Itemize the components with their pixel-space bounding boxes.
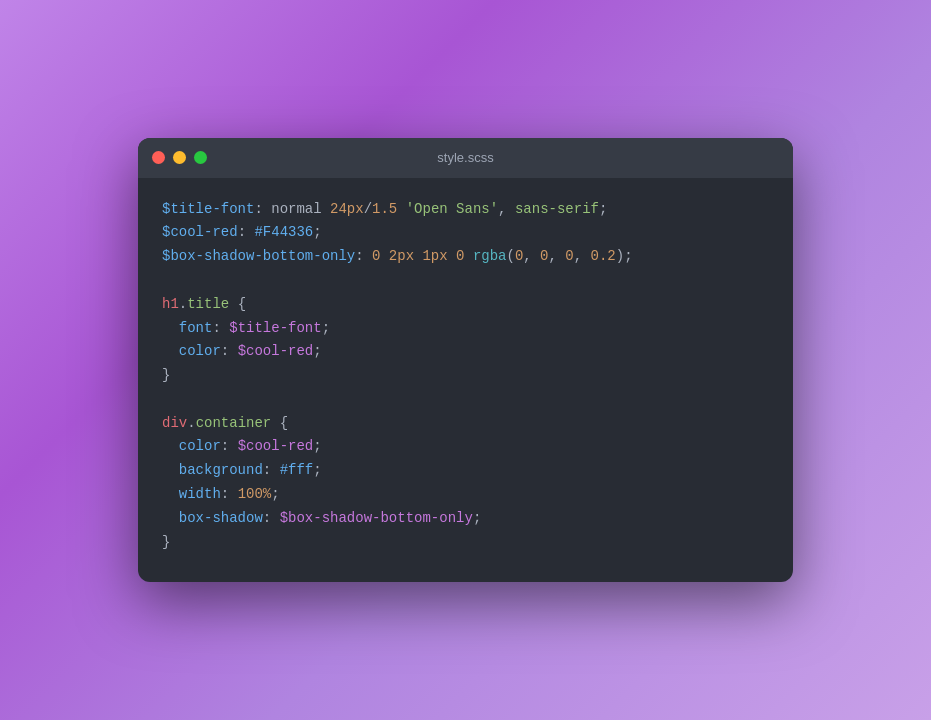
token-prop: background	[179, 462, 263, 478]
code-line: background: #fff;	[162, 459, 769, 483]
code-line: width: 100%;	[162, 483, 769, 507]
token-fn: rgba	[473, 248, 507, 264]
code-line: $box-shadow-bottom-only: 0 2px 1px 0 rgb…	[162, 245, 769, 269]
code-line: div.container {	[162, 412, 769, 436]
token-selector: h1	[162, 296, 179, 312]
code-window: style.scss $title-font: normal 24px/1.5 …	[138, 138, 793, 583]
token-value: sans-serif	[515, 201, 599, 217]
code-line: color: $cool-red;	[162, 435, 769, 459]
token-varref: $title-font	[229, 320, 321, 336]
token-prop: color	[179, 343, 221, 359]
traffic-lights	[152, 151, 207, 164]
code-line: }	[162, 531, 769, 555]
token-string: 'Open Sans'	[406, 201, 498, 217]
maximize-button[interactable]	[194, 151, 207, 164]
token-keyword: normal	[271, 201, 330, 217]
token-selector: div	[162, 415, 187, 431]
titlebar: style.scss	[138, 138, 793, 178]
token-varref: $box-shadow-bottom-only	[280, 510, 473, 526]
token-prop: width	[179, 486, 221, 502]
minimize-button[interactable]	[173, 151, 186, 164]
token-class: title	[187, 296, 229, 312]
token-var: $box-shadow-bottom-only	[162, 248, 355, 264]
token-varref: $cool-red	[238, 438, 314, 454]
code-editor: $title-font: normal 24px/1.5 'Open Sans'…	[138, 178, 793, 583]
code-line: box-shadow: $box-shadow-bottom-only;	[162, 507, 769, 531]
blank-line	[162, 388, 769, 412]
token-hex: #F44336	[254, 224, 313, 240]
code-line: h1.title {	[162, 293, 769, 317]
code-line: color: $cool-red;	[162, 340, 769, 364]
token-prop: box-shadow	[179, 510, 263, 526]
code-line: font: $title-font;	[162, 317, 769, 341]
token-number2: 1.5	[372, 201, 397, 217]
blank-line	[162, 269, 769, 293]
token-var: $title-font	[162, 201, 254, 217]
code-line: $title-font: normal 24px/1.5 'Open Sans'…	[162, 198, 769, 222]
token-var: $cool-red	[162, 224, 238, 240]
token-number: 24px	[330, 201, 364, 217]
token-number: 100%	[238, 486, 272, 502]
token-hex: #fff	[280, 462, 314, 478]
token-prop: font	[179, 320, 213, 336]
code-line: }	[162, 364, 769, 388]
token-varref: $cool-red	[238, 343, 314, 359]
close-button[interactable]	[152, 151, 165, 164]
token-class: container	[196, 415, 272, 431]
window-title: style.scss	[437, 150, 493, 165]
token-num: 0 2px 1px 0	[372, 248, 464, 264]
code-line: $cool-red: #F44336;	[162, 221, 769, 245]
token-prop: color	[179, 438, 221, 454]
